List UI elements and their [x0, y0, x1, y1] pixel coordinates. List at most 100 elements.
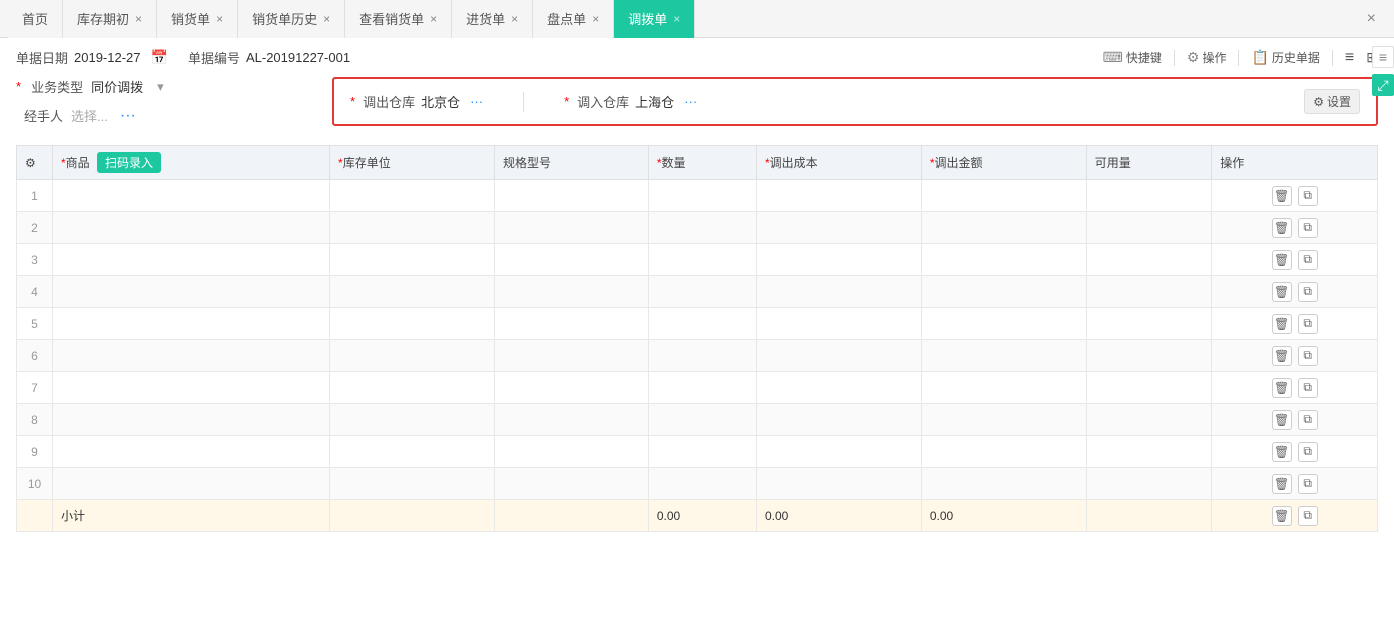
tab-sales-history-close[interactable]: ×: [323, 12, 330, 26]
row-available-3[interactable]: [1086, 244, 1211, 276]
row-spec-8[interactable]: [494, 404, 648, 436]
sidebar-expand-icon[interactable]: ⤢: [1372, 74, 1394, 96]
tab-inventory-init[interactable]: 库存期初 ×: [63, 0, 157, 38]
row-unit-2[interactable]: [330, 212, 495, 244]
row-cost-10[interactable]: [756, 468, 921, 500]
row-product-7[interactable]: [53, 372, 330, 404]
handler-more-icon[interactable]: ···: [120, 107, 136, 125]
row-available-4[interactable]: [1086, 276, 1211, 308]
tab-transfer-order-close[interactable]: ×: [673, 12, 680, 26]
shortcuts-button[interactable]: ⌨ 快捷键: [1103, 49, 1162, 66]
row-cost-9[interactable]: [756, 436, 921, 468]
row-cost-1[interactable]: [756, 180, 921, 212]
row-quantity-7[interactable]: [648, 372, 756, 404]
col-gear[interactable]: ⚙: [17, 146, 53, 180]
row-cost-8[interactable]: [756, 404, 921, 436]
tab-sales-order-close[interactable]: ×: [216, 12, 223, 26]
row-unit-6[interactable]: [330, 340, 495, 372]
row-quantity-4[interactable]: [648, 276, 756, 308]
tab-inventory-check[interactable]: 盘点单 ×: [533, 0, 614, 38]
row-spec-2[interactable]: [494, 212, 648, 244]
sidebar-list-icon[interactable]: ≡: [1372, 46, 1394, 68]
row-available-5[interactable]: [1086, 308, 1211, 340]
tab-purchase-order[interactable]: 进货单 ×: [452, 0, 533, 38]
row-unit-1[interactable]: [330, 180, 495, 212]
row-product-6[interactable]: [53, 340, 330, 372]
row-unit-7[interactable]: [330, 372, 495, 404]
row-spec-10[interactable]: [494, 468, 648, 500]
row-unit-9[interactable]: [330, 436, 495, 468]
row-amount-2[interactable]: [921, 212, 1086, 244]
scan-button[interactable]: 扫码录入: [97, 152, 161, 173]
row-product-10[interactable]: [53, 468, 330, 500]
row-spec-9[interactable]: [494, 436, 648, 468]
row-copy-8[interactable]: ⧉: [1298, 410, 1318, 430]
tab-purchase-order-close[interactable]: ×: [511, 12, 518, 26]
row-spec-4[interactable]: [494, 276, 648, 308]
row-available-10[interactable]: [1086, 468, 1211, 500]
row-amount-10[interactable]: [921, 468, 1086, 500]
row-quantity-6[interactable]: [648, 340, 756, 372]
row-quantity-3[interactable]: [648, 244, 756, 276]
subtotal-delete-icon[interactable]: 🗑: [1272, 506, 1292, 526]
row-copy-9[interactable]: ⧉: [1298, 442, 1318, 462]
row-delete-10[interactable]: 🗑: [1272, 474, 1292, 494]
row-copy-7[interactable]: ⧉: [1298, 378, 1318, 398]
row-available-2[interactable]: [1086, 212, 1211, 244]
row-unit-5[interactable]: [330, 308, 495, 340]
row-unit-4[interactable]: [330, 276, 495, 308]
settings-button[interactable]: ⚙ 设置: [1304, 89, 1360, 114]
row-quantity-5[interactable]: [648, 308, 756, 340]
row-copy-6[interactable]: ⧉: [1298, 346, 1318, 366]
calendar-icon[interactable]: 📅: [151, 49, 168, 66]
row-product-8[interactable]: [53, 404, 330, 436]
row-unit-10[interactable]: [330, 468, 495, 500]
tab-inventory-check-close[interactable]: ×: [592, 12, 599, 26]
handler-select[interactable]: 选择...: [71, 106, 108, 125]
row-copy-4[interactable]: ⧉: [1298, 282, 1318, 302]
tab-home[interactable]: 首页: [8, 0, 63, 38]
row-quantity-9[interactable]: [648, 436, 756, 468]
row-cost-3[interactable]: [756, 244, 921, 276]
row-available-1[interactable]: [1086, 180, 1211, 212]
row-cost-2[interactable]: [756, 212, 921, 244]
warehouse-in-more[interactable]: ···: [684, 94, 697, 109]
row-quantity-2[interactable]: [648, 212, 756, 244]
row-amount-8[interactable]: [921, 404, 1086, 436]
tab-view-sales-close[interactable]: ×: [430, 12, 437, 26]
tab-inventory-init-close[interactable]: ×: [135, 12, 142, 26]
business-type-dropdown[interactable]: ▾: [157, 79, 164, 95]
tab-transfer-order[interactable]: 调拨单 ×: [614, 0, 695, 38]
row-amount-6[interactable]: [921, 340, 1086, 372]
row-available-6[interactable]: [1086, 340, 1211, 372]
row-spec-3[interactable]: [494, 244, 648, 276]
row-copy-10[interactable]: ⧉: [1298, 474, 1318, 494]
row-amount-1[interactable]: [921, 180, 1086, 212]
row-product-9[interactable]: [53, 436, 330, 468]
row-spec-7[interactable]: [494, 372, 648, 404]
operations-button[interactable]: ⚙ 操作: [1187, 49, 1227, 66]
row-cost-5[interactable]: [756, 308, 921, 340]
row-spec-1[interactable]: [494, 180, 648, 212]
tab-view-sales[interactable]: 查看销货单 ×: [345, 0, 452, 38]
row-delete-5[interactable]: 🗑: [1272, 314, 1292, 334]
row-delete-3[interactable]: 🗑: [1272, 250, 1292, 270]
tab-sales-order[interactable]: 销货单 ×: [157, 0, 238, 38]
row-copy-1[interactable]: ⧉: [1298, 186, 1318, 206]
row-quantity-8[interactable]: [648, 404, 756, 436]
row-amount-4[interactable]: [921, 276, 1086, 308]
row-amount-9[interactable]: [921, 436, 1086, 468]
row-spec-5[interactable]: [494, 308, 648, 340]
row-delete-4[interactable]: 🗑: [1272, 282, 1292, 302]
tab-sales-history[interactable]: 销货单历史 ×: [238, 0, 345, 38]
row-amount-3[interactable]: [921, 244, 1086, 276]
row-copy-2[interactable]: ⧉: [1298, 218, 1318, 238]
row-cost-4[interactable]: [756, 276, 921, 308]
row-delete-1[interactable]: 🗑: [1272, 186, 1292, 206]
row-copy-5[interactable]: ⧉: [1298, 314, 1318, 334]
row-product-3[interactable]: [53, 244, 330, 276]
row-quantity-1[interactable]: [648, 180, 756, 212]
row-available-8[interactable]: [1086, 404, 1211, 436]
row-delete-6[interactable]: 🗑: [1272, 346, 1292, 366]
subtotal-copy-icon[interactable]: ⧉: [1298, 506, 1318, 526]
